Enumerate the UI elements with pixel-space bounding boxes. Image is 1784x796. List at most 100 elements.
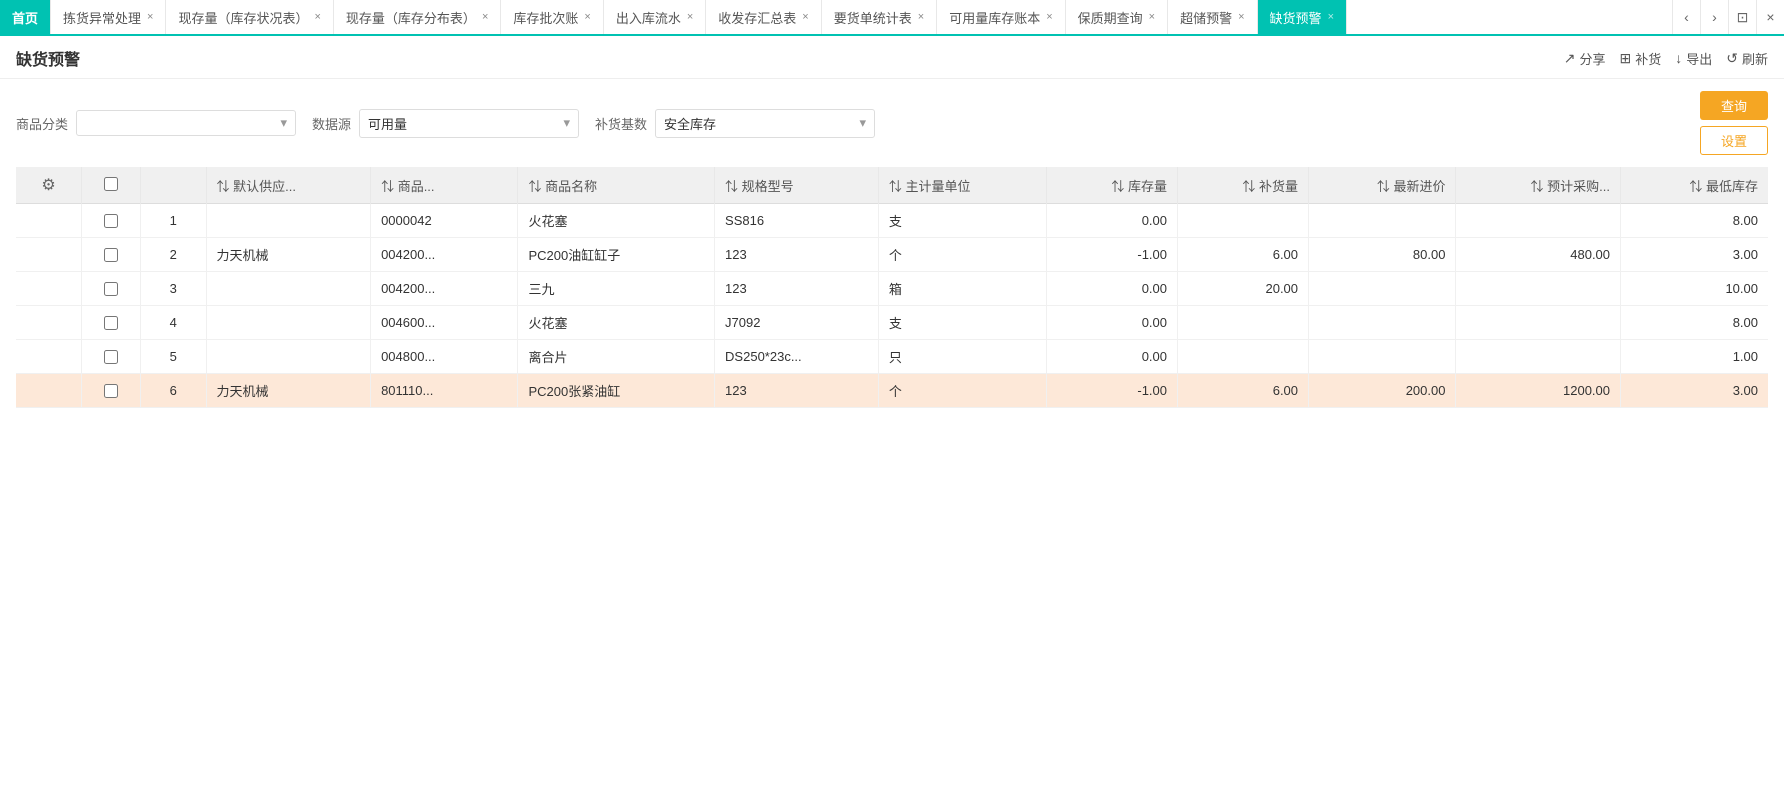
row-name: 三九 [518, 272, 715, 306]
th-purchase[interactable]: ⇅ 预计采购... [1456, 167, 1621, 204]
close-icon[interactable]: × [482, 11, 488, 23]
table-row: 3 004200... 三九 123 箱 0.00 20.00 10.00 [16, 272, 1768, 306]
row-num: 5 [140, 340, 206, 374]
settings-button[interactable]: 设置 [1700, 126, 1768, 155]
row-supplier: 力天机械 [206, 374, 371, 408]
th-replenish[interactable]: ⇅ 补货量 [1178, 167, 1309, 204]
replenish-base-value: 安全库存 [664, 114, 716, 133]
tab-prev-button[interactable]: ‹ [1672, 0, 1700, 35]
tab-restore-button[interactable]: ⊡ [1728, 0, 1756, 35]
row-code: 004200... [371, 238, 518, 272]
share-button[interactable]: ↗ 分享 [1564, 49, 1606, 68]
row-checkbox[interactable] [104, 316, 118, 330]
tab-shortage[interactable]: 缺货预警 × [1258, 0, 1347, 34]
datasource-select[interactable]: 可用量 ▾ [359, 109, 579, 138]
category-select[interactable]: ▾ [76, 110, 296, 136]
row-replenish [1178, 306, 1309, 340]
tab-overstock[interactable]: 超储预警 × [1168, 0, 1257, 34]
th-check[interactable] [82, 167, 141, 204]
tab-next-button[interactable]: › [1700, 0, 1728, 35]
th-code[interactable]: ⇅ 商品... [371, 167, 518, 204]
row-check-cell[interactable] [82, 340, 141, 374]
th-spec[interactable]: ⇅ 规格型号 [715, 167, 879, 204]
sort-icon: ⇅ [725, 179, 742, 194]
tab-home[interactable]: 首页 [0, 0, 51, 34]
sort-icon: ⇅ [1377, 179, 1394, 194]
tab-abnormal[interactable]: 拣货异常处理 × [51, 0, 166, 34]
row-supplier: 力天机械 [206, 238, 371, 272]
replenish-button[interactable]: ⊞ 补货 [1619, 49, 1661, 68]
tab-batch[interactable]: 库存批次账 × [501, 0, 603, 34]
row-minstock: 8.00 [1621, 204, 1768, 238]
row-code: 004800... [371, 340, 518, 374]
tab-inout[interactable]: 出入库流水 × [604, 0, 706, 34]
row-check-cell[interactable] [82, 272, 141, 306]
close-icon[interactable]: × [918, 11, 924, 23]
tab-label: 拣货异常处理 [63, 8, 141, 27]
close-icon[interactable]: × [1328, 11, 1334, 23]
row-check-cell[interactable] [82, 306, 141, 340]
row-checkbox[interactable] [104, 384, 118, 398]
row-replenish [1178, 204, 1309, 238]
tab-stock-status[interactable]: 现存量（库存状况表） × [166, 0, 333, 34]
page-content: 缺货预警 ↗ 分享 ⊞ 补货 ↓ 导出 ↺ 刷新 商品分类 [0, 36, 1784, 796]
tab-stock-dist[interactable]: 现存量（库存分布表） × [334, 0, 501, 34]
close-icon[interactable]: × [147, 11, 153, 23]
replenish-icon: ⊞ [1619, 50, 1631, 67]
row-spec: 123 [715, 374, 879, 408]
row-minstock: 10.00 [1621, 272, 1768, 306]
tab-label: 保质期查询 [1078, 8, 1143, 27]
th-supplier[interactable]: ⇅ 默认供应... [206, 167, 371, 204]
refresh-button[interactable]: ↺ 刷新 [1726, 49, 1768, 68]
th-stock[interactable]: ⇅ 库存量 [1046, 167, 1177, 204]
close-icon[interactable]: × [1238, 11, 1244, 23]
close-icon[interactable]: × [802, 11, 808, 23]
row-checkbox[interactable] [104, 282, 118, 296]
table-container: ⚙ ⇅ 默认供应... ⇅ 商品... ⇅ 商品名称 [0, 167, 1784, 408]
row-checkbox[interactable] [104, 350, 118, 364]
close-icon[interactable]: × [584, 11, 590, 23]
row-checkbox[interactable] [104, 248, 118, 262]
tab-label: 现存量（库存分布表） [346, 8, 476, 27]
tab-expiry[interactable]: 保质期查询 × [1066, 0, 1168, 34]
row-checkbox[interactable] [104, 214, 118, 228]
th-name[interactable]: ⇅ 商品名称 [518, 167, 715, 204]
gear-icon[interactable]: ⚙ [41, 177, 55, 194]
table-body: 1 0000042 火花塞 SS816 支 0.00 8.00 2 力天机械 0… [16, 204, 1768, 408]
th-price[interactable]: ⇅ 最新进价 [1309, 167, 1456, 204]
row-price [1309, 204, 1456, 238]
tab-label: 超储预警 [1180, 8, 1232, 27]
tab-demand[interactable]: 要货单统计表 × [822, 0, 937, 34]
tab-label: 出入库流水 [616, 8, 681, 27]
query-button[interactable]: 查询 [1700, 91, 1768, 120]
th-minstock[interactable]: ⇅ 最低库存 [1621, 167, 1768, 204]
row-supplier [206, 306, 371, 340]
row-unit: 个 [878, 238, 1046, 272]
page-header: 缺货预警 ↗ 分享 ⊞ 补货 ↓ 导出 ↺ 刷新 [0, 36, 1784, 79]
row-price: 80.00 [1309, 238, 1456, 272]
th-unit[interactable]: ⇅ 主计量单位 [878, 167, 1046, 204]
export-button[interactable]: ↓ 导出 [1675, 49, 1712, 68]
row-unit: 个 [878, 374, 1046, 408]
th-settings[interactable]: ⚙ [16, 167, 82, 204]
row-check-cell[interactable] [82, 374, 141, 408]
select-all-checkbox[interactable] [104, 177, 118, 191]
sort-icon: ⇅ [381, 179, 398, 194]
row-settings-cell [16, 238, 82, 272]
replenish-base-select[interactable]: 安全库存 ▾ [655, 109, 875, 138]
category-label: 商品分类 [16, 114, 68, 133]
row-replenish: 6.00 [1178, 238, 1309, 272]
tab-collect[interactable]: 收发存汇总表 × [706, 0, 821, 34]
tab-close-all-button[interactable]: × [1756, 0, 1784, 35]
tab-available[interactable]: 可用量库存账本 × [937, 0, 1065, 34]
close-icon[interactable]: × [1046, 11, 1052, 23]
row-minstock: 3.00 [1621, 238, 1768, 272]
table-row: 2 力天机械 004200... PC200油缸缸子 123 个 -1.00 6… [16, 238, 1768, 272]
close-icon[interactable]: × [1149, 11, 1155, 23]
close-icon[interactable]: × [314, 11, 320, 23]
row-check-cell[interactable] [82, 204, 141, 238]
row-check-cell[interactable] [82, 238, 141, 272]
close-icon[interactable]: × [687, 11, 693, 23]
header-actions: ↗ 分享 ⊞ 补货 ↓ 导出 ↺ 刷新 [1564, 49, 1768, 68]
table-row: 6 力天机械 801110... PC200张紧油缸 123 个 -1.00 6… [16, 374, 1768, 408]
